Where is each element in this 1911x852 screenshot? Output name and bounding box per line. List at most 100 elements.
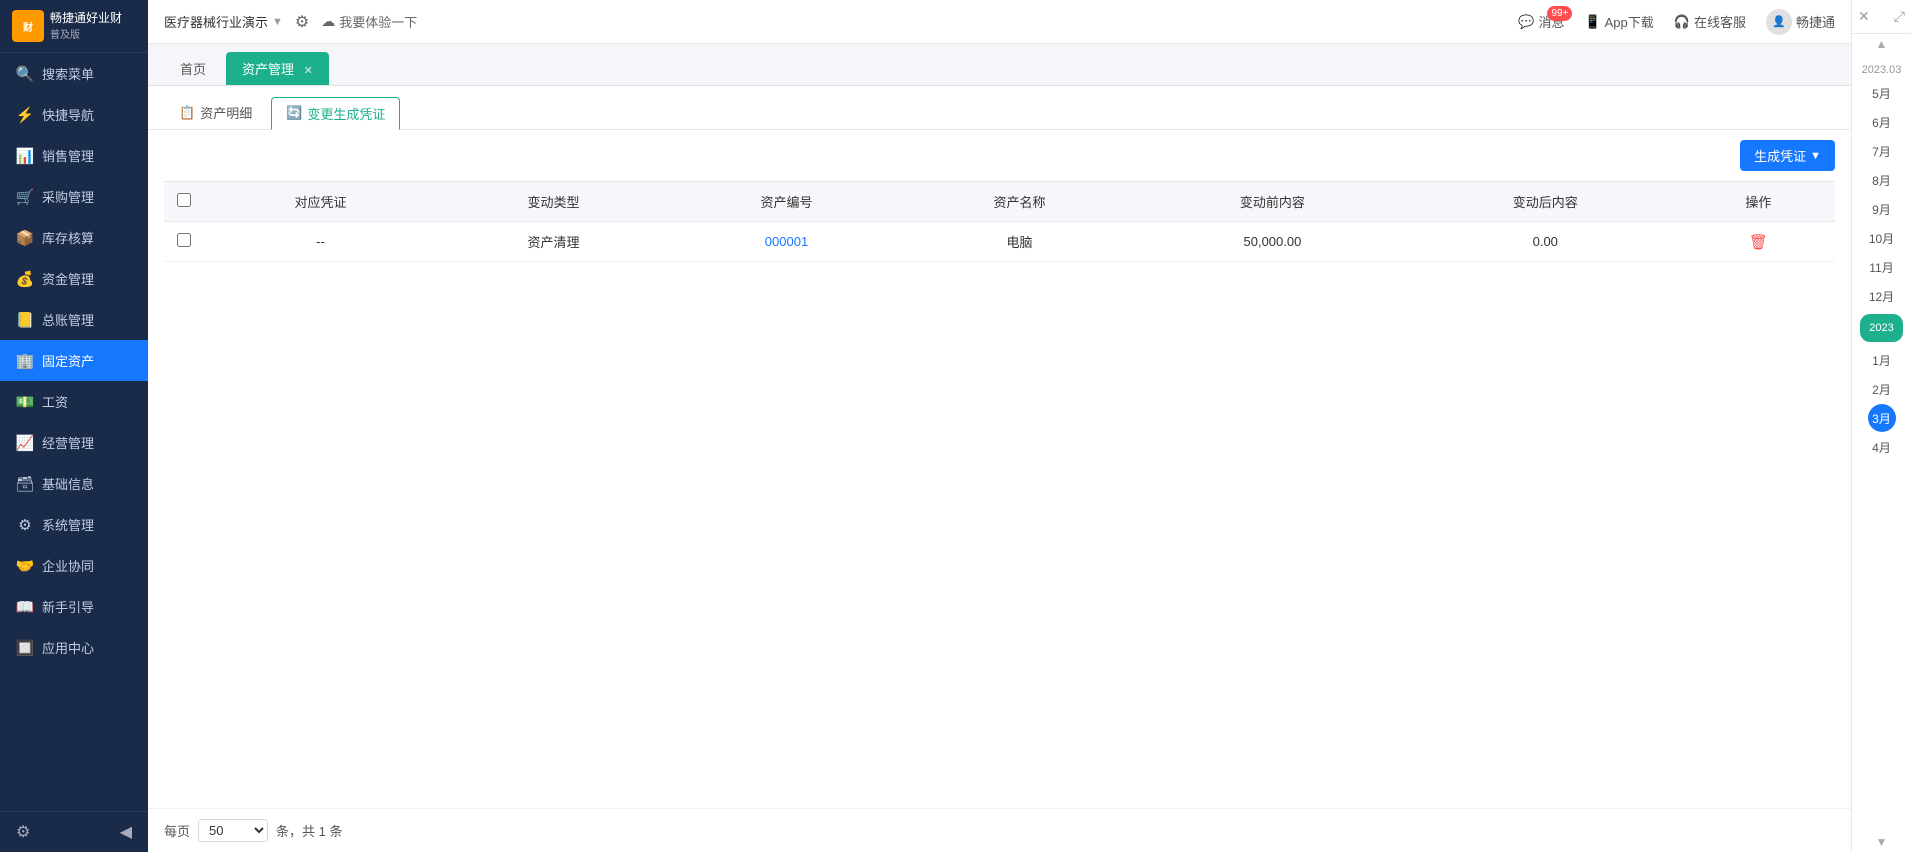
message-btn[interactable]: 💬 消息 99+: [1518, 12, 1564, 31]
calendar-month-item[interactable]: 8月: [1858, 166, 1905, 194]
sidebar-item-label: 资金管理: [42, 269, 94, 288]
sidebar-nav: 🔍搜索菜单⚡快捷导航📊销售管理🛒采购管理📦库存核算 💰 资金管理 📒总账管理 🏢 固定资产…: [0, 53, 148, 811]
customer-service-btn[interactable]: 🎧 在线客服: [1674, 12, 1746, 31]
per-page-unit: 条，共 1 条: [276, 821, 342, 840]
sidebar-item-system[interactable]: ⚙ 系统管理: [0, 504, 148, 545]
sidebar-item-purchase[interactable]: 🛒采购管理: [0, 176, 148, 217]
logo-title: 畅捷通好业财: [50, 11, 122, 27]
sidebar-item-search[interactable]: 🔍搜索菜单: [0, 53, 148, 94]
assets-icon: 🏢: [16, 352, 34, 370]
message-badge: 99+: [1547, 6, 1572, 21]
sidebar-item-finance[interactable]: 💰 资金管理: [0, 258, 148, 299]
sidebar-item-label: 系统管理: [42, 515, 94, 534]
sidebar-item-label: 固定资产: [42, 351, 94, 370]
topbar-gear-icon[interactable]: ⚙: [295, 12, 309, 32]
sidebar-item-sales[interactable]: 📊销售管理: [0, 135, 148, 176]
calendar-month-item[interactable]: 9月: [1858, 195, 1905, 223]
search-icon: 🔍: [16, 65, 34, 83]
select-all-checkbox[interactable]: [177, 193, 191, 207]
calendar-month-item[interactable]: 7月: [1858, 137, 1905, 165]
app-download-label: App下载: [1605, 12, 1654, 31]
calendar-month-item[interactable]: 6月: [1858, 108, 1905, 136]
calendar-scroll-up[interactable]: ▲: [1852, 34, 1911, 54]
header-checkbox-cell: [164, 182, 204, 222]
user-name: 畅捷通: [1796, 12, 1835, 31]
app-download-btn[interactable]: 📱 App下载: [1584, 12, 1653, 31]
user-profile[interactable]: 👤 畅捷通: [1766, 9, 1835, 35]
sub-tab-asset-detail-label: 资产明细: [200, 103, 252, 122]
calendar-month-item[interactable]: 3月: [1868, 404, 1896, 432]
sidebar-item-salary[interactable]: 💵工资: [0, 381, 148, 422]
sidebar-item-enterprise[interactable]: 🤝企业协同: [0, 545, 148, 586]
tab-assets-close-icon[interactable]: ✕: [304, 65, 313, 77]
tab-assets[interactable]: 资产管理 ✕: [226, 52, 329, 85]
sidebar-item-inventory[interactable]: 📦库存核算: [0, 217, 148, 258]
right-panel-expand-icon[interactable]: ⤢: [1894, 8, 1905, 25]
row-voucher: --: [204, 222, 437, 262]
row-operation: 🗑: [1682, 222, 1835, 262]
header-after-content: 变动后内容: [1409, 182, 1682, 222]
sidebar: 财 畅捷通好业财 普及版 🔍搜索菜单⚡快捷导航📊销售管理🛒采购管理📦库存核算💰资…: [0, 0, 148, 852]
appstore-icon: 🔲: [16, 639, 34, 657]
enterprise-icon: 🤝: [16, 557, 34, 575]
avatar: 👤: [1766, 9, 1792, 35]
sidebar-item-appstore[interactable]: 🔲 应用中心: [0, 627, 148, 668]
sidebar-item-basic[interactable]: 🗃 基础信息: [0, 463, 148, 504]
sidebar-item-label: 应用中心: [42, 638, 94, 657]
sidebar-item-ledger[interactable]: 📒总账管理: [0, 299, 148, 340]
calendar-month-item[interactable]: 1月: [1858, 346, 1905, 374]
message-icon: 💬: [1518, 14, 1534, 30]
generate-voucher-button[interactable]: 生成凭证 ▼: [1740, 140, 1835, 171]
sidebar-bottom: ⚙ ◀: [0, 811, 148, 852]
experience-label: 我要体验一下: [339, 12, 417, 31]
system-icon: ⚙: [16, 516, 34, 534]
calendar-top-year: 2023.03: [1852, 58, 1911, 78]
company-selector[interactable]: 医疗器械行业演示 ▼: [164, 12, 283, 31]
sidebar-item-label: 基础信息: [42, 474, 94, 493]
calendar-month-item[interactable]: 2月: [1858, 375, 1905, 403]
sidebar-item-label: 采购管理: [42, 187, 94, 206]
right-panel-close-icon[interactable]: ✕: [1858, 8, 1870, 25]
tabs-bar: 首页 资产管理 ✕: [148, 44, 1851, 86]
per-page-select[interactable]: 50 10 20 100: [198, 819, 268, 842]
ledger-icon: 📒: [16, 311, 34, 329]
logo-text-block: 畅捷通好业财 普及版: [50, 11, 122, 42]
row-asset-code[interactable]: 000001: [670, 222, 903, 262]
row-delete-icon[interactable]: 🗑: [1749, 234, 1768, 251]
calendar-month-item[interactable]: 4月: [1858, 433, 1905, 461]
sidebar-item-label: 新手引导: [42, 597, 94, 616]
sub-tab-change-voucher[interactable]: 🔄 变更生成凭证: [271, 97, 400, 130]
calendar-month-item[interactable]: 5月: [1858, 79, 1905, 107]
sub-tab-asset-detail[interactable]: 📋 资产明细: [164, 96, 267, 129]
settings-icon[interactable]: ⚙: [16, 822, 30, 842]
tab-assets-label: 资产管理: [242, 62, 294, 77]
content-area: 📋 资产明细 🔄 变更生成凭证 生成凭证 ▼: [148, 86, 1851, 852]
sidebar-item-operations[interactable]: 📈经营管理: [0, 422, 148, 463]
tab-home[interactable]: 首页: [164, 52, 222, 85]
sidebar-item-assets[interactable]: 🏢 固定资产: [0, 340, 148, 381]
generate-voucher-label: 生成凭证: [1754, 146, 1806, 165]
sub-tab-change-voucher-label: 变更生成凭证: [307, 104, 385, 123]
sidebar-item-quicknav[interactable]: ⚡快捷导航: [0, 94, 148, 135]
header-asset-code: 资产编号: [670, 182, 903, 222]
calendar-month-item[interactable]: 11月: [1858, 253, 1905, 281]
calendar-scroll-down[interactable]: ▼: [1852, 832, 1911, 852]
customer-service-label: 在线客服: [1694, 12, 1746, 31]
collapse-icon[interactable]: ◀: [120, 822, 132, 842]
basic-icon: 🗃: [16, 475, 34, 493]
calendar-year-badge[interactable]: 2023: [1860, 314, 1903, 342]
sidebar-item-guide[interactable]: 📖新手引导: [0, 586, 148, 627]
calendar-month-item[interactable]: 12月: [1858, 282, 1905, 310]
experience-icon: ☁: [321, 13, 335, 30]
right-panel-header: ✕ ⤢: [1852, 0, 1911, 34]
per-page-label: 每页: [164, 821, 190, 840]
row-change-type: 资产清理: [437, 222, 670, 262]
operations-icon: 📈: [16, 434, 34, 452]
experience-btn[interactable]: ☁ 我要体验一下: [321, 12, 417, 31]
quicknav-icon: ⚡: [16, 106, 34, 124]
topbar: 医疗器械行业演示 ▼ ⚙ ☁ 我要体验一下 💬 消息 99+ 📱 App下载 🎧…: [148, 0, 1851, 44]
calendar-month-item[interactable]: 10月: [1858, 224, 1905, 252]
app-download-icon: 📱: [1584, 14, 1600, 30]
finance-icon: 💰: [16, 270, 34, 288]
row-checkbox[interactable]: [177, 233, 191, 247]
